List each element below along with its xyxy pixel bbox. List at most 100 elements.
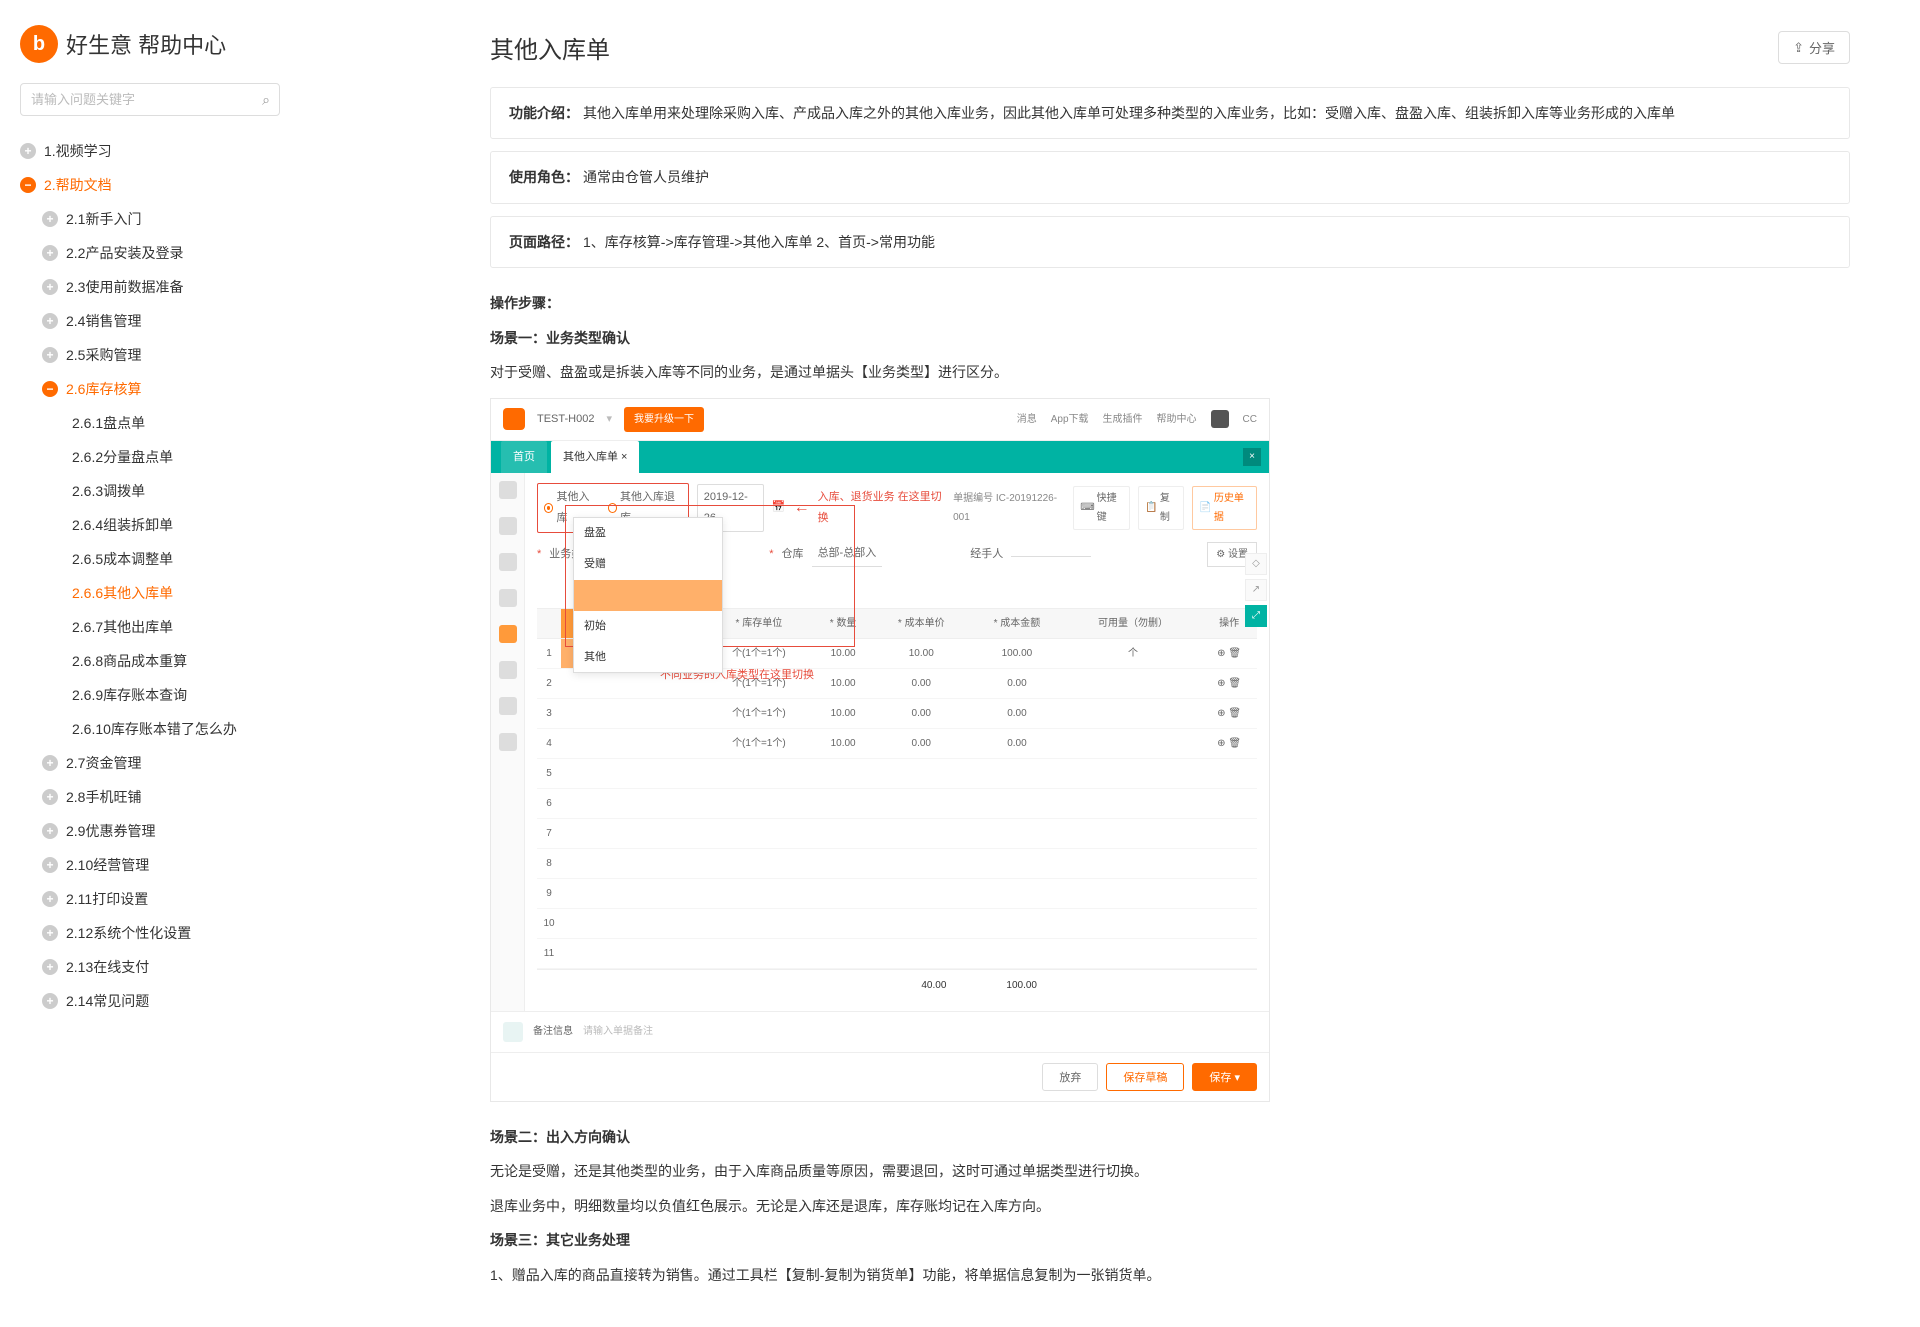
ss-leftbar-icon (499, 589, 517, 607)
nav-label: 2.6.1盘点单 (72, 413, 145, 433)
ss-totals: 40.00 100.00 (537, 969, 1257, 1001)
nav-purchase[interactable]: 2.5采购管理 (20, 338, 280, 372)
ss-save-draft-button: 保存草稿 (1106, 1063, 1184, 1091)
ss-remark-label: 备注信息 (533, 1022, 573, 1041)
nav-2-6-10[interactable]: 2.6.10库存账本错了怎么办 (20, 712, 280, 746)
plus-icon (42, 993, 58, 1009)
ss-avatar-icon (1211, 410, 1229, 428)
nav-label: 2.2产品安装及登录 (66, 243, 183, 263)
search-wrap: ⌕ (20, 83, 280, 116)
nav-2-6-9[interactable]: 2.6.9库存账本查询 (20, 678, 280, 712)
ss-dropdown-option: 盘盈 (574, 518, 722, 549)
plus-icon (20, 143, 36, 159)
ss-bill-label: 单据编号 (953, 493, 993, 504)
ss-warehouse-label: 仓库 (782, 544, 804, 565)
nav-2-6-4[interactable]: 2.6.4组装拆卸单 (20, 508, 280, 542)
nav-data-prep[interactable]: 2.3使用前数据准备 (20, 270, 280, 304)
ss-remark-placeholder: 请输入单据备注 (583, 1022, 653, 1041)
nav-sales[interactable]: 2.4销售管理 (20, 304, 280, 338)
nav-print[interactable]: 2.11打印设置 (20, 882, 280, 916)
ss-help-link: 帮助中心 (1157, 410, 1197, 429)
ss-close-icon: × (1243, 448, 1261, 466)
nav-video-learning[interactable]: 1.视频学习 (20, 134, 280, 168)
ss-side-icon: ◇ (1245, 553, 1267, 575)
table-row: 10 (537, 908, 1257, 938)
minus-icon (20, 177, 36, 193)
ss-gen-link: 生成插件 (1103, 410, 1143, 429)
nav-mobile-shop[interactable]: 2.8手机旺铺 (20, 780, 280, 814)
plus-icon (42, 279, 58, 295)
nav-list: 1.视频学习 2.帮助文档 2.1新手入门 2.2产品安装及登录 2.3使用前数… (20, 134, 280, 1018)
nav-label: 2.6.2分量盘点单 (72, 447, 173, 467)
nav-2-6-3[interactable]: 2.6.3调拨单 (20, 474, 280, 508)
nav-label: 2.6.8商品成本重算 (72, 651, 187, 671)
steps-label: 操作步骤： (490, 290, 1850, 317)
nav-2-6-5[interactable]: 2.6.5成本调整单 (20, 542, 280, 576)
search-icon[interactable]: ⌕ (262, 91, 270, 108)
ss-side-icon: ⤢ (1245, 605, 1267, 627)
nav-coupon[interactable]: 2.9优惠券管理 (20, 814, 280, 848)
logo-text: 好生意 帮助中心 (66, 28, 226, 60)
ss-side-icon: ↗ (1245, 579, 1267, 601)
nav-2-6-8[interactable]: 2.6.8商品成本重算 (20, 644, 280, 678)
role-box: 使用角色：通常由仓管人员维护 (490, 151, 1850, 203)
nav-online-pay[interactable]: 2.13在线支付 (20, 950, 280, 984)
ss-leftbar-icon (499, 517, 517, 535)
nav-label: 2.6.6其他入库单 (72, 583, 173, 603)
plus-icon (42, 347, 58, 363)
ss-logo-icon (503, 408, 525, 430)
ss-right-icons: ◇ ↗ ⤢ (1245, 553, 1269, 627)
nav-2-6-2[interactable]: 2.6.2分量盘点单 (20, 440, 280, 474)
nav-faq[interactable]: 2.14常见问题 (20, 984, 280, 1018)
path-label: 页面路径： (509, 234, 579, 250)
nav-label: 2.7资金管理 (66, 753, 141, 773)
nav-help-docs[interactable]: 2.帮助文档 (20, 168, 280, 202)
ss-user-name: CC (1243, 410, 1257, 429)
ss-biztype-dropdown: 盘盈 受赠 初始 其他 (573, 517, 723, 673)
nav-operation[interactable]: 2.10经营管理 (20, 848, 280, 882)
nav-label: 2.10经营管理 (66, 855, 149, 875)
intro-text: 其他入库单用来处理除采购入库、产成品入库之外的其他入库业务，因此其他入库单可处理… (583, 105, 1675, 121)
plus-icon (42, 925, 58, 941)
nav-2-6-1[interactable]: 2.6.1盘点单 (20, 406, 280, 440)
plus-icon (42, 823, 58, 839)
nav-2-6-7[interactable]: 2.6.7其他出库单 (20, 610, 280, 644)
nav-label: 2.1新手入门 (66, 209, 141, 229)
nav-2-6-6[interactable]: 2.6.6其他入库单 (20, 576, 280, 610)
scene2-desc1: 无论是受赠，还是其他类型的业务，由于入库商品质量等原因，需要退回，这时可通过单据… (490, 1158, 1850, 1185)
scene1-desc: 对于受赠、盘盈或是拆装入库等不同的业务，是通过单据头【业务类型】进行区分。 (490, 359, 1850, 386)
search-input[interactable] (20, 83, 280, 116)
share-label: 分享 (1809, 38, 1835, 57)
ss-leftbar-icon (499, 553, 517, 571)
nav-inventory[interactable]: 2.6库存核算 (20, 372, 280, 406)
nav-label: 2.14常见问题 (66, 991, 149, 1011)
ss-upgrade-button: 我要升级一下 (624, 407, 704, 432)
ss-body: 其他入库 其他入库退库 2019-12-26 📅 ← 入库、退货业务 在这里切换… (491, 473, 1269, 1011)
table-row: 7 (537, 818, 1257, 848)
table-row: 8 (537, 848, 1257, 878)
nav-label: 2.6.3调拨单 (72, 481, 145, 501)
scene1-title: 场景一：业务类型确认 (490, 325, 1850, 352)
nav-label: 2.6.7其他出库单 (72, 617, 173, 637)
ss-content: 其他入库 其他入库退库 2019-12-26 📅 ← 入库、退货业务 在这里切换… (525, 473, 1269, 1011)
nav-finance[interactable]: 2.7资金管理 (20, 746, 280, 780)
ss-shortcut-btn: ⌨ 快捷键 (1073, 486, 1130, 530)
ss-leftbar-icon (499, 661, 517, 679)
nav-label: 2.3使用前数据准备 (66, 277, 183, 297)
ss-th: 可用量（勿删） (1065, 608, 1201, 638)
nav-label: 2.6.9库存账本查询 (72, 685, 187, 705)
nav-personalize[interactable]: 2.12系统个性化设置 (20, 916, 280, 950)
nav-label: 2.12系统个性化设置 (66, 923, 191, 943)
steps-section: 操作步骤： 场景一：业务类型确认 对于受赠、盘盈或是拆装入库等不同的业务，是通过… (490, 290, 1850, 1288)
screenshot-1: TEST-H002 ▾ 我要升级一下 消息 App下载 生成插件 帮助中心 CC… (490, 398, 1270, 1102)
nav-beginner[interactable]: 2.1新手入门 (20, 202, 280, 236)
ss-msg-link: 消息 (1017, 410, 1037, 429)
table-row: 5 (537, 758, 1257, 788)
scene2-title: 场景二：出入方向确认 (490, 1124, 1850, 1151)
intro-box: 功能介绍：其他入库单用来处理除采购入库、产成品入库之外的其他入库业务，因此其他入… (490, 87, 1850, 139)
share-button[interactable]: ⇪分享 (1778, 31, 1850, 64)
ss-leftbar-icon (499, 733, 517, 751)
logo: b 好生意 帮助中心 (20, 25, 280, 63)
nav-label: 2.6库存核算 (66, 379, 141, 399)
nav-install[interactable]: 2.2产品安装及登录 (20, 236, 280, 270)
